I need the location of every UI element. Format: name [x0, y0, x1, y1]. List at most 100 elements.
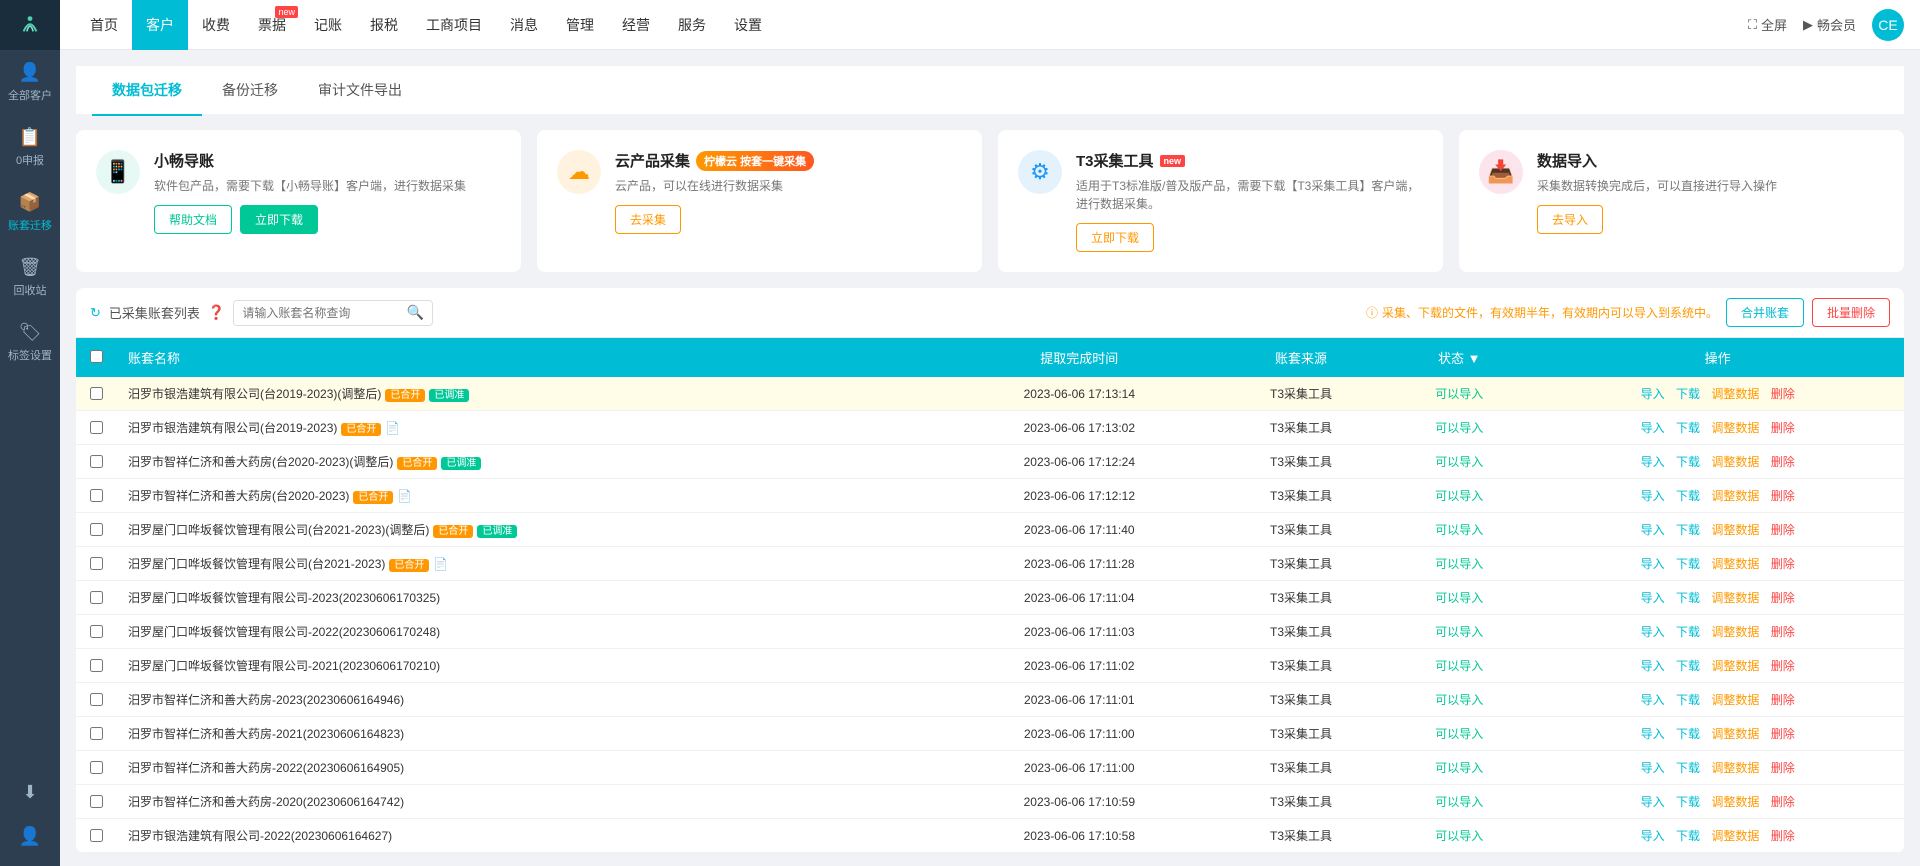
row-checkbox[interactable] [90, 421, 103, 434]
download-link[interactable]: 下载 [1676, 693, 1700, 707]
download-link[interactable]: 下载 [1676, 659, 1700, 673]
nav-item-tax[interactable]: 报税 [356, 0, 412, 50]
delete-link[interactable]: 删除 [1771, 761, 1795, 775]
nav-item-bizproject[interactable]: 工商项目 [412, 0, 496, 50]
import-link[interactable]: 导入 [1641, 625, 1665, 639]
row-checkbox[interactable] [90, 693, 103, 706]
row-checkbox[interactable] [90, 795, 103, 808]
merge-btn[interactable]: 合并账套 [1726, 298, 1804, 327]
user-avatar[interactable]: CE [1872, 9, 1904, 41]
adjust-data-link[interactable]: 调整数据 [1711, 693, 1759, 707]
member-btn[interactable]: ▶ 畅会员 [1803, 15, 1856, 34]
nav-item-home[interactable]: 首页 [76, 0, 132, 50]
sidebar-download-btn[interactable]: ⬇ [0, 772, 60, 812]
nav-item-settings[interactable]: 设置 [720, 0, 776, 50]
import-link[interactable]: 导入 [1641, 795, 1665, 809]
delete-link[interactable]: 删除 [1771, 557, 1795, 571]
sidebar-item-zero-report[interactable]: 📋 0申报 [0, 115, 60, 180]
delete-link[interactable]: 删除 [1771, 591, 1795, 605]
adjust-data-link[interactable]: 调整数据 [1711, 829, 1759, 843]
adjust-data-link[interactable]: 调整数据 [1711, 455, 1759, 469]
import-link[interactable]: 导入 [1641, 761, 1665, 775]
nav-item-operation[interactable]: 经营 [608, 0, 664, 50]
batch-delete-btn[interactable]: 批量删除 [1812, 298, 1890, 327]
tab-backup-migration[interactable]: 备份迁移 [202, 66, 298, 116]
xiao-chang-help-btn[interactable]: 帮助文档 [154, 205, 232, 234]
nav-item-service[interactable]: 服务 [664, 0, 720, 50]
import-link[interactable]: 导入 [1641, 455, 1665, 469]
row-checkbox[interactable] [90, 829, 103, 842]
delete-link[interactable]: 删除 [1771, 659, 1795, 673]
file-icon[interactable]: 📄 [385, 421, 400, 435]
download-link[interactable]: 下载 [1676, 421, 1700, 435]
row-checkbox[interactable] [90, 387, 103, 400]
adjust-data-link[interactable]: 调整数据 [1711, 659, 1759, 673]
row-checkbox[interactable] [90, 489, 103, 502]
adjust-data-link[interactable]: 调整数据 [1711, 387, 1759, 401]
delete-link[interactable]: 删除 [1771, 421, 1795, 435]
adjust-data-link[interactable]: 调整数据 [1711, 625, 1759, 639]
refresh-icon[interactable]: ↻ [90, 305, 101, 321]
import-link[interactable]: 导入 [1641, 659, 1665, 673]
delete-link[interactable]: 删除 [1771, 693, 1795, 707]
download-link[interactable]: 下载 [1676, 387, 1700, 401]
download-link[interactable]: 下载 [1676, 761, 1700, 775]
row-checkbox[interactable] [90, 625, 103, 638]
nav-item-fee[interactable]: 收费 [188, 0, 244, 50]
delete-link[interactable]: 删除 [1771, 455, 1795, 469]
file-icon[interactable]: 📄 [397, 489, 412, 503]
adjust-data-link[interactable]: 调整数据 [1711, 761, 1759, 775]
sidebar-item-all-clients[interactable]: 👤 全部客户 [0, 50, 60, 115]
sidebar-item-tag-settings[interactable]: 🏷 标签设置 [0, 310, 60, 375]
search-input[interactable] [234, 301, 399, 325]
import-link[interactable]: 导入 [1641, 591, 1665, 605]
t3-download-btn[interactable]: 立即下载 [1076, 223, 1154, 252]
delete-link[interactable]: 删除 [1771, 489, 1795, 503]
help-icon[interactable]: ❓ [208, 304, 225, 321]
download-link[interactable]: 下载 [1676, 523, 1700, 537]
fullscreen-btn[interactable]: ⛶ 全屏 [1748, 15, 1787, 34]
nav-item-invoice[interactable]: 票据 new [244, 0, 300, 50]
import-link[interactable]: 导入 [1641, 489, 1665, 503]
nav-item-manage[interactable]: 管理 [552, 0, 608, 50]
sidebar-user-btn[interactable]: 👤 [0, 816, 60, 856]
download-link[interactable]: 下载 [1676, 795, 1700, 809]
tab-audit-export[interactable]: 审计文件导出 [298, 66, 422, 116]
row-checkbox[interactable] [90, 761, 103, 774]
xiao-chang-download-btn[interactable]: 立即下载 [240, 205, 318, 234]
download-link[interactable]: 下载 [1676, 455, 1700, 469]
col-status[interactable]: 状态 ▼ [1387, 338, 1531, 377]
sidebar-item-account-migration[interactable]: 📦 账套迁移 [0, 180, 60, 245]
file-icon[interactable]: 📄 [433, 557, 448, 571]
nav-item-message[interactable]: 消息 [496, 0, 552, 50]
delete-link[interactable]: 删除 [1771, 523, 1795, 537]
delete-link[interactable]: 删除 [1771, 795, 1795, 809]
import-link[interactable]: 导入 [1641, 727, 1665, 741]
download-link[interactable]: 下载 [1676, 591, 1700, 605]
search-button[interactable]: 🔍 [399, 304, 432, 321]
row-checkbox[interactable] [90, 523, 103, 536]
adjust-data-link[interactable]: 调整数据 [1711, 489, 1759, 503]
delete-link[interactable]: 删除 [1771, 625, 1795, 639]
adjust-data-link[interactable]: 调整数据 [1711, 523, 1759, 537]
import-link[interactable]: 导入 [1641, 557, 1665, 571]
adjust-data-link[interactable]: 调整数据 [1711, 557, 1759, 571]
nav-item-customer[interactable]: 客户 [132, 0, 188, 50]
download-link[interactable]: 下载 [1676, 557, 1700, 571]
cloud-collect-btn[interactable]: 去采集 [615, 205, 681, 234]
download-link[interactable]: 下载 [1676, 625, 1700, 639]
nav-item-account[interactable]: 记账 [300, 0, 356, 50]
import-link[interactable]: 导入 [1641, 387, 1665, 401]
row-checkbox[interactable] [90, 455, 103, 468]
adjust-data-link[interactable]: 调整数据 [1711, 727, 1759, 741]
import-link[interactable]: 导入 [1641, 693, 1665, 707]
import-link[interactable]: 导入 [1641, 421, 1665, 435]
import-link[interactable]: 导入 [1641, 829, 1665, 843]
row-checkbox[interactable] [90, 727, 103, 740]
import-link[interactable]: 导入 [1641, 523, 1665, 537]
download-link[interactable]: 下载 [1676, 727, 1700, 741]
delete-link[interactable]: 删除 [1771, 387, 1795, 401]
adjust-data-link[interactable]: 调整数据 [1711, 421, 1759, 435]
data-import-btn[interactable]: 去导入 [1537, 205, 1603, 234]
select-all-checkbox[interactable] [90, 350, 103, 363]
